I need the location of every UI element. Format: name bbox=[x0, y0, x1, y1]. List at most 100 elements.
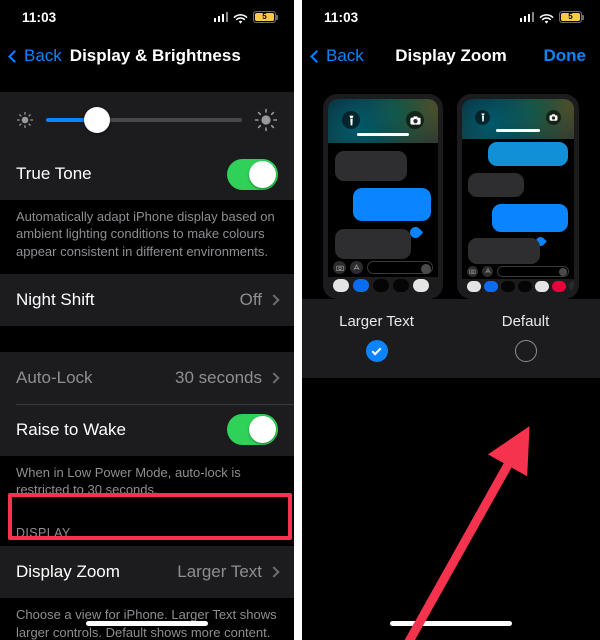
toggle-thumb bbox=[249, 160, 276, 188]
lock-screen-preview bbox=[462, 99, 574, 139]
home-indicator[interactable] bbox=[86, 621, 208, 626]
brightness-group: True Tone bbox=[0, 92, 294, 200]
nav-bar-right: Back Display Zoom Done bbox=[302, 34, 600, 78]
dock-color-dots bbox=[328, 277, 438, 294]
message-bubble-incoming bbox=[468, 172, 524, 197]
camera-icon bbox=[546, 110, 561, 125]
choice-default[interactable]: Default bbox=[451, 313, 600, 362]
message-input-bar bbox=[462, 263, 574, 280]
message-bubble-outgoing bbox=[492, 203, 568, 232]
display-zoom-screen: 11:03 5 Back Display Zoom Done Larger Te… bbox=[302, 0, 600, 640]
dock-dot bbox=[373, 279, 389, 293]
messages-preview bbox=[462, 138, 574, 264]
dock-dot bbox=[501, 281, 515, 293]
status-bar-right: 11:03 5 bbox=[302, 0, 600, 34]
list-spacer-2 bbox=[0, 325, 294, 352]
dock-dot bbox=[393, 279, 409, 293]
status-bar-left: 11:03 5 bbox=[0, 0, 294, 34]
raise-to-wake-toggle[interactable] bbox=[227, 414, 278, 446]
text-input-field[interactable] bbox=[497, 265, 569, 277]
display-zoom-footnote: Choose a view for iPhone. Larger Text sh… bbox=[0, 598, 294, 640]
choice-label: Default bbox=[501, 313, 550, 330]
night-shift-row[interactable]: Night Shift Off bbox=[0, 274, 294, 326]
auto-lock-row[interactable]: Auto-Lock 30 seconds bbox=[0, 352, 294, 404]
brightness-knob[interactable] bbox=[83, 107, 110, 133]
preview-default[interactable] bbox=[457, 94, 579, 299]
screenshot-stage: 11:03 5 Back Display & Brightness True T… bbox=[0, 0, 600, 640]
page-title: Display & Brightness bbox=[69, 46, 241, 65]
choice-label: Larger Text bbox=[339, 313, 414, 330]
flashlight-icon bbox=[475, 110, 490, 125]
display-zoom-value: Larger Text bbox=[177, 562, 262, 582]
display-brightness-screen: 11:03 5 Back Display & Brightness True T… bbox=[0, 0, 294, 640]
back-button[interactable]: Back bbox=[302, 46, 364, 66]
app-store-icon bbox=[482, 265, 493, 277]
raise-to-wake-row[interactable]: Raise to Wake bbox=[0, 403, 294, 456]
true-tone-footnote: Automatically adapt iPhone display based… bbox=[0, 200, 294, 274]
microphone-icon bbox=[420, 263, 431, 274]
true-tone-row[interactable]: True Tone bbox=[0, 148, 294, 200]
battery-icon: 5 bbox=[559, 11, 585, 23]
nav-bar-left: Back Display & Brightness bbox=[0, 34, 294, 78]
toggle-thumb bbox=[249, 416, 276, 444]
list-spacer-1 bbox=[0, 78, 294, 92]
text-input-field[interactable] bbox=[367, 261, 433, 275]
status-indicators: 5 bbox=[213, 11, 279, 24]
dock-color-dots bbox=[462, 279, 574, 294]
brightness-slider-row[interactable] bbox=[0, 92, 294, 148]
back-button[interactable]: Back bbox=[0, 46, 62, 66]
auto-lock-label: Auto-Lock bbox=[16, 367, 93, 387]
zoom-choice-row: Larger Text Default bbox=[302, 299, 600, 378]
lock-screen-bar bbox=[496, 128, 540, 132]
done-button[interactable]: Done bbox=[544, 46, 587, 66]
dock-dot bbox=[353, 279, 369, 293]
night-shift-value: Off bbox=[239, 289, 262, 309]
night-shift-label: Night Shift bbox=[16, 289, 95, 309]
message-input-bar bbox=[328, 258, 438, 278]
preview-screen bbox=[462, 99, 574, 294]
lock-screen-preview bbox=[328, 99, 438, 143]
wifi-icon bbox=[233, 12, 248, 24]
display-zoom-row[interactable]: Display Zoom Larger Text bbox=[0, 546, 294, 598]
camera-icon bbox=[406, 111, 424, 129]
checkmark-icon bbox=[371, 345, 382, 355]
cellular-signal-icon bbox=[519, 12, 534, 22]
radio-unchecked-icon[interactable] bbox=[514, 340, 537, 362]
true-tone-toggle[interactable] bbox=[227, 158, 278, 190]
raise-to-wake-label: Raise to Wake bbox=[16, 419, 126, 439]
chevron-right-icon bbox=[268, 372, 280, 384]
brightness-slider[interactable] bbox=[46, 107, 242, 133]
microphone-icon bbox=[558, 268, 567, 277]
message-bubble-outgoing bbox=[488, 141, 568, 166]
dock-dot bbox=[484, 281, 498, 293]
chevron-left-icon bbox=[310, 49, 323, 63]
dock-dot bbox=[518, 281, 532, 293]
wifi-icon bbox=[539, 12, 554, 24]
home-indicator[interactable] bbox=[390, 621, 512, 626]
messages-preview bbox=[328, 142, 438, 259]
dock-dot bbox=[569, 281, 574, 293]
choice-larger-text[interactable]: Larger Text bbox=[302, 313, 451, 362]
status-indicators: 5 bbox=[519, 11, 585, 24]
status-time: 11:03 bbox=[22, 9, 57, 25]
auto-lock-value: 30 seconds bbox=[175, 367, 262, 387]
flashlight-icon bbox=[342, 111, 360, 129]
message-bubble-outgoing bbox=[353, 187, 431, 221]
message-bubble-incoming bbox=[468, 237, 540, 264]
auto-lock-group: Auto-Lock 30 seconds Raise to Wake bbox=[0, 351, 294, 456]
preview-larger-text[interactable] bbox=[323, 94, 443, 299]
camera-icon bbox=[467, 265, 478, 277]
app-store-icon bbox=[350, 261, 363, 275]
display-zoom-label: Display Zoom bbox=[16, 562, 120, 582]
brightness-low-icon bbox=[16, 111, 34, 129]
battery-icon: 5 bbox=[253, 11, 279, 23]
back-label: Back bbox=[326, 46, 364, 65]
battery-level: 5 bbox=[561, 13, 580, 21]
preview-screen bbox=[328, 99, 438, 294]
radio-checked-icon[interactable] bbox=[365, 340, 388, 362]
dock-dot bbox=[535, 281, 549, 293]
camera-icon bbox=[333, 261, 346, 275]
status-time: 11:03 bbox=[324, 9, 359, 25]
display-section-header: DISPLAY bbox=[0, 512, 294, 547]
night-shift-group: Night Shift Off bbox=[0, 273, 294, 326]
